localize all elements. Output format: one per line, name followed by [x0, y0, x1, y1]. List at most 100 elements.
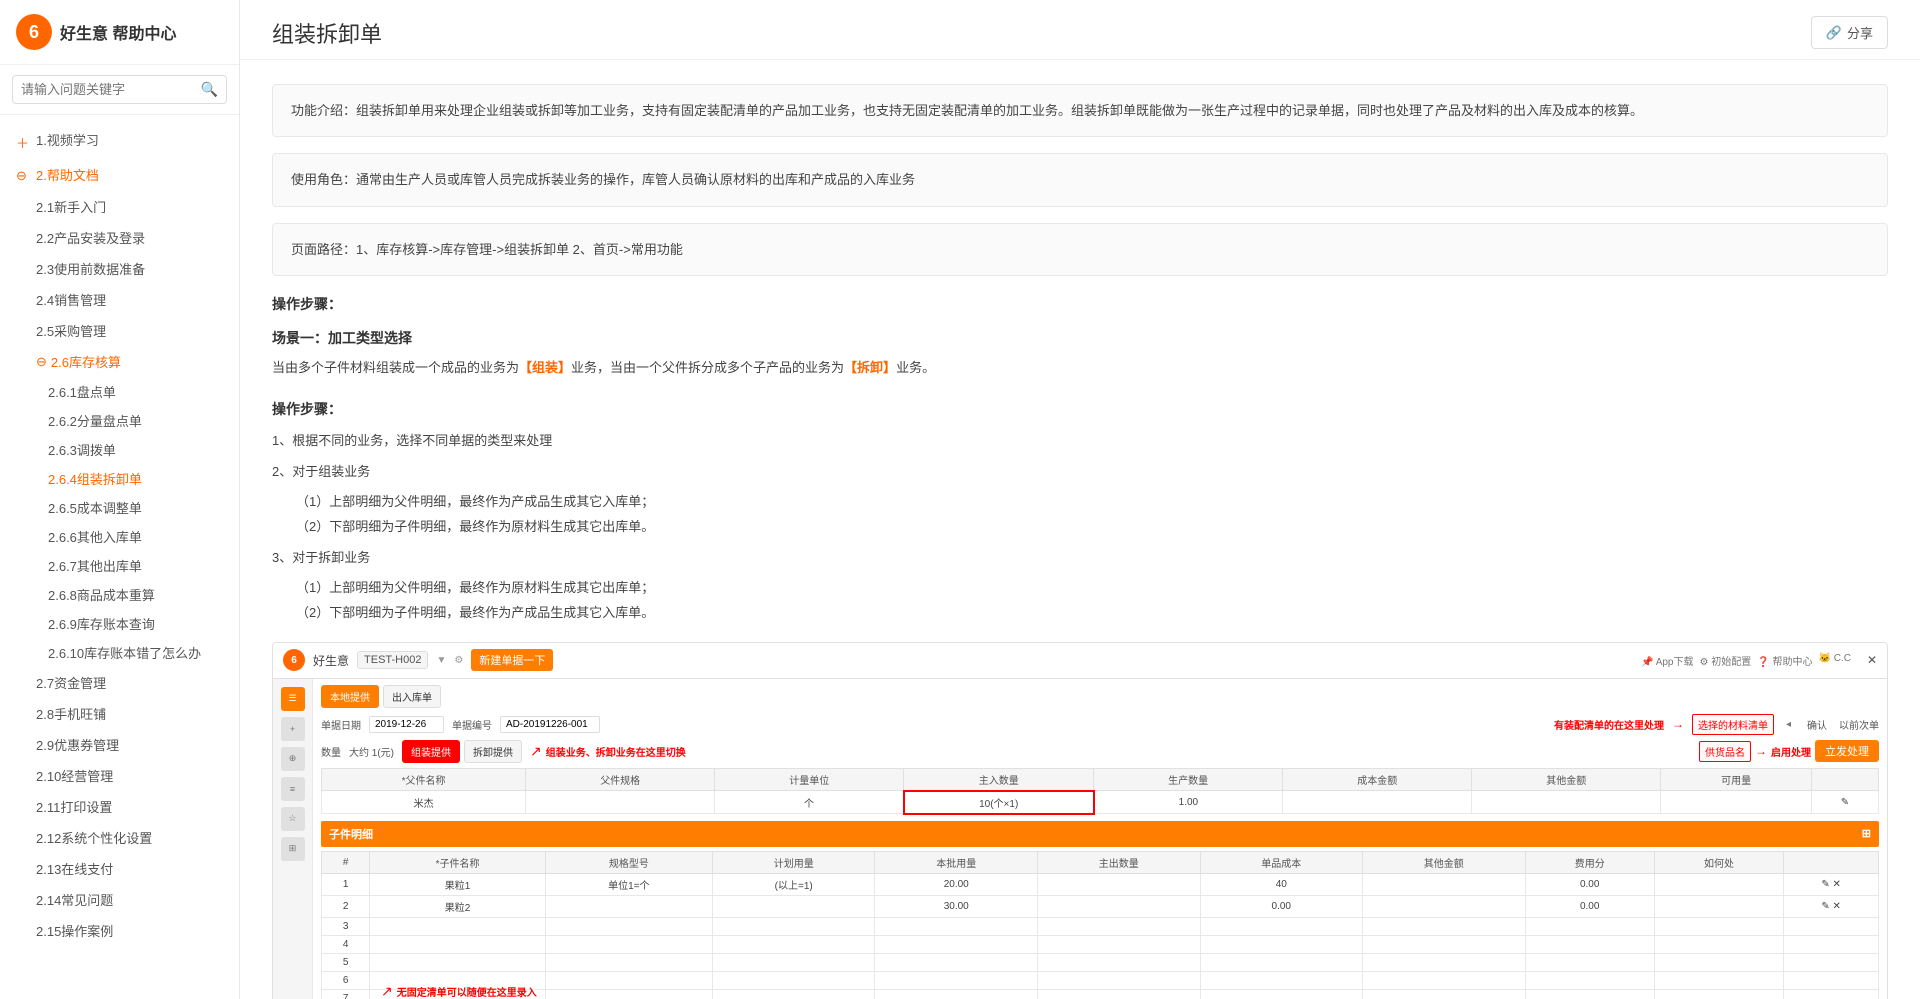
fake-tab-assemble[interactable]: 组装提供: [402, 740, 460, 763]
lth-other-amt: 其他金额: [1363, 851, 1526, 873]
td-action[interactable]: ✎: [1811, 791, 1878, 814]
sidebar-item-inventory-262[interactable]: 2.6.2分量盘点单: [0, 406, 239, 435]
fake-sidebar-icon-3[interactable]: ⊕: [281, 747, 305, 771]
fake-sidebar-icon-2[interactable]: +: [281, 717, 305, 741]
sidebar-item-beginner[interactable]: 2.1新手入门: [0, 191, 239, 222]
sidebar-item-personalize[interactable]: 2.12系统个性化设置: [0, 822, 239, 853]
fake-launch-btn[interactable]: 立发处理: [1815, 740, 1879, 762]
annotation-4-group: ↗ 无固定清单可以随便在这里录入: [381, 983, 537, 999]
fake-sidebar-icon-4[interactable]: ≡: [281, 777, 305, 801]
step3-2-text: （2）下部明细为子件明细，最终作为产成品生成其它入库单。: [272, 601, 1888, 626]
fake-form-row-1: 单据日期 单据编号 有装配清单的在这里处理 → 选择的材料清单 ◂ 确认 以前次…: [321, 714, 1879, 735]
sidebar-item-inventory-2610[interactable]: 2.6.10库存账本错了怎么办: [0, 638, 239, 667]
sidebar-item-inventory-266[interactable]: 2.6.6其他入库单: [0, 522, 239, 551]
sidebar-item-video[interactable]: ＋ 1.视频学习: [0, 123, 239, 156]
fake-tab-2[interactable]: 出入库单: [383, 685, 441, 708]
ltd-handle-1: [1654, 873, 1783, 895]
ltd-plan-2: [712, 895, 875, 917]
sidebar-item-cases[interactable]: 2.15操作案例: [0, 915, 239, 946]
sidebar-item-finance[interactable]: 2.7资金管理: [0, 667, 239, 698]
fake-code-label: 单据编号: [452, 717, 492, 732]
th-cost: 成本金额: [1283, 768, 1472, 791]
fake-confirm-label: 确认: [1807, 717, 1827, 732]
scenario1-title: 场景一：加工类型选择: [272, 328, 1888, 348]
fake-tabs: 本地提供 出入库单: [321, 685, 1879, 708]
ops-steps-subtitle: 操作步骤：: [272, 399, 1888, 419]
logo-area: 6 好生意 帮助中心: [0, 0, 239, 65]
table-row: 5: [322, 953, 1879, 971]
table-row: 米杰 个 10(个×1) 1.00 ✎: [322, 791, 1879, 814]
nav-group-2: ⊖ 2.帮助文档 2.1新手入门 2.2产品安装及登录 2.3使用前数据准备 2…: [0, 158, 239, 946]
main-header: 组装拆卸单 🔗 分享: [240, 0, 1920, 60]
lth-actual-qty: 本批用量: [875, 851, 1038, 873]
search-box[interactable]: 🔍: [12, 75, 227, 104]
fake-action-box[interactable]: 选择的材料清单: [1692, 714, 1774, 735]
share-button[interactable]: 🔗 分享: [1811, 16, 1888, 49]
ltd-main-1: [1037, 873, 1200, 895]
fake-code-input[interactable]: [500, 716, 600, 733]
search-input[interactable]: [21, 82, 201, 97]
scenario1-desc: 当由多个子件材料组装成一个成品的业务为【组装】业务，当由一个父件拆分成多个子产品…: [272, 356, 1888, 381]
sidebar-item-sales[interactable]: 2.4销售管理: [0, 284, 239, 315]
sidebar-item-purchase[interactable]: 2.5采购管理: [0, 315, 239, 346]
table-row: 4: [322, 935, 1879, 953]
fake-app-logo: 6: [283, 649, 305, 671]
ltd-other-1: [1363, 873, 1526, 895]
th-qty-prod: 生产数量: [1094, 768, 1283, 791]
ltd-act-1[interactable]: ✎ ✕: [1784, 873, 1879, 895]
sidebar-item-dataprep[interactable]: 2.3使用前数据准备: [0, 253, 239, 284]
step2-text: 2、对于组装业务: [272, 460, 1888, 485]
table-row: 3: [322, 917, 1879, 935]
sidebar-item-inventory-267[interactable]: 2.6.7其他出库单: [0, 551, 239, 580]
fake-icon4: 🐱 C.C: [1818, 653, 1850, 668]
fake-sidebar-icon-1[interactable]: ☰: [281, 687, 305, 711]
annotation-arrow-1: →: [1672, 717, 1684, 731]
fake-sidebar-icon-5[interactable]: ☆: [281, 807, 305, 831]
fake-new-btn[interactable]: 新建单据一下: [471, 649, 553, 671]
step2-1-text: （1）上部明细为父件明细，最终作为产成品生成其它入库单；: [272, 490, 1888, 515]
fake-app-title: 好生意: [313, 652, 349, 669]
th-avail: 可用量: [1661, 768, 1811, 791]
fake-tab-disassemble[interactable]: 拆卸提供: [464, 740, 522, 763]
ltd-act-2[interactable]: ✎ ✕: [1784, 895, 1879, 917]
sidebar-item-inventory-263[interactable]: 2.6.3调拨单: [0, 435, 239, 464]
sidebar-item-inventory-269[interactable]: 2.6.9库存账本查询: [0, 609, 239, 638]
annotation-arrow-2: ↗: [530, 743, 542, 760]
sidebar-item-operations[interactable]: 2.10经营管理: [0, 760, 239, 791]
sidebar-item-payment[interactable]: 2.13在线支付: [0, 853, 239, 884]
search-icon[interactable]: 🔍: [201, 81, 218, 98]
ltd-name-2: 果粒2: [370, 895, 545, 917]
sidebar-item-helpdoc[interactable]: ⊖ 2.帮助文档: [0, 158, 239, 191]
fake-sidebar-icon-6[interactable]: ⊞: [281, 837, 305, 861]
sidebar-item-inventory-264[interactable]: 2.6.4组装拆卸单: [0, 464, 239, 493]
ltd-name-1: 果粒1: [370, 873, 545, 895]
sidebar-item-coupon[interactable]: 2.9优惠券管理: [0, 729, 239, 760]
fake-tab-1[interactable]: 本地提供: [321, 685, 379, 708]
fake-main-area: 本地提供 出入库单 单据日期 单据编号 有装配清单的在这里处理: [313, 679, 1887, 999]
sidebar-item-inventory-268[interactable]: 2.6.8商品成本重算: [0, 580, 239, 609]
lower-table-title-text: 子件明细: [329, 826, 373, 842]
sidebar-item-inventory-265[interactable]: 2.6.5成本调整单: [0, 493, 239, 522]
sidebar-item-print[interactable]: 2.11打印设置: [0, 791, 239, 822]
inventory-minus-icon: ⊖: [36, 354, 47, 370]
th-other-amt: 其他金额: [1472, 768, 1661, 791]
fake-enable-box[interactable]: 供货品名: [1699, 741, 1751, 762]
sidebar-item-inventory-261[interactable]: 2.6.1盘点单: [0, 377, 239, 406]
fake-icon2: ⚙ 初始配置: [1700, 653, 1752, 668]
sidebar-item-mobile[interactable]: 2.8手机旺铺: [0, 698, 239, 729]
fake-icon3: ❓ 帮助中心: [1757, 653, 1812, 668]
td-parent-spec: [526, 791, 715, 814]
th-parent-name: *父件名称: [322, 768, 526, 791]
ltd-spec-1: 单位1=个: [545, 873, 712, 895]
fake-type-row: 数量 大约 1(元) 组装提供 拆卸提供 ↗ 组装业务、拆卸业务在这里切换: [321, 740, 1879, 763]
sidebar-item-install[interactable]: 2.2产品安装及登录: [0, 222, 239, 253]
td-qty-prod: 1.00: [1094, 791, 1283, 814]
fake-date-input[interactable]: [369, 716, 444, 733]
minus-icon: ⊖: [16, 168, 30, 182]
sidebar-item-inventory[interactable]: ⊖ 2.6库存核算: [0, 346, 239, 377]
fake-close-icon[interactable]: ✕: [1867, 653, 1877, 667]
sidebar-item-faq[interactable]: 2.14常见问题: [0, 884, 239, 915]
fake-upper-table-area: *父件名称 父件规格 计量单位 主入数量 生产数量 成本金额 其他金额 可用量: [321, 768, 1879, 815]
fake-app-id: TEST-H002: [357, 651, 428, 669]
step3-1-text: （1）上部明细为父件明细，最终作为原材料生成其它出库单；: [272, 576, 1888, 601]
